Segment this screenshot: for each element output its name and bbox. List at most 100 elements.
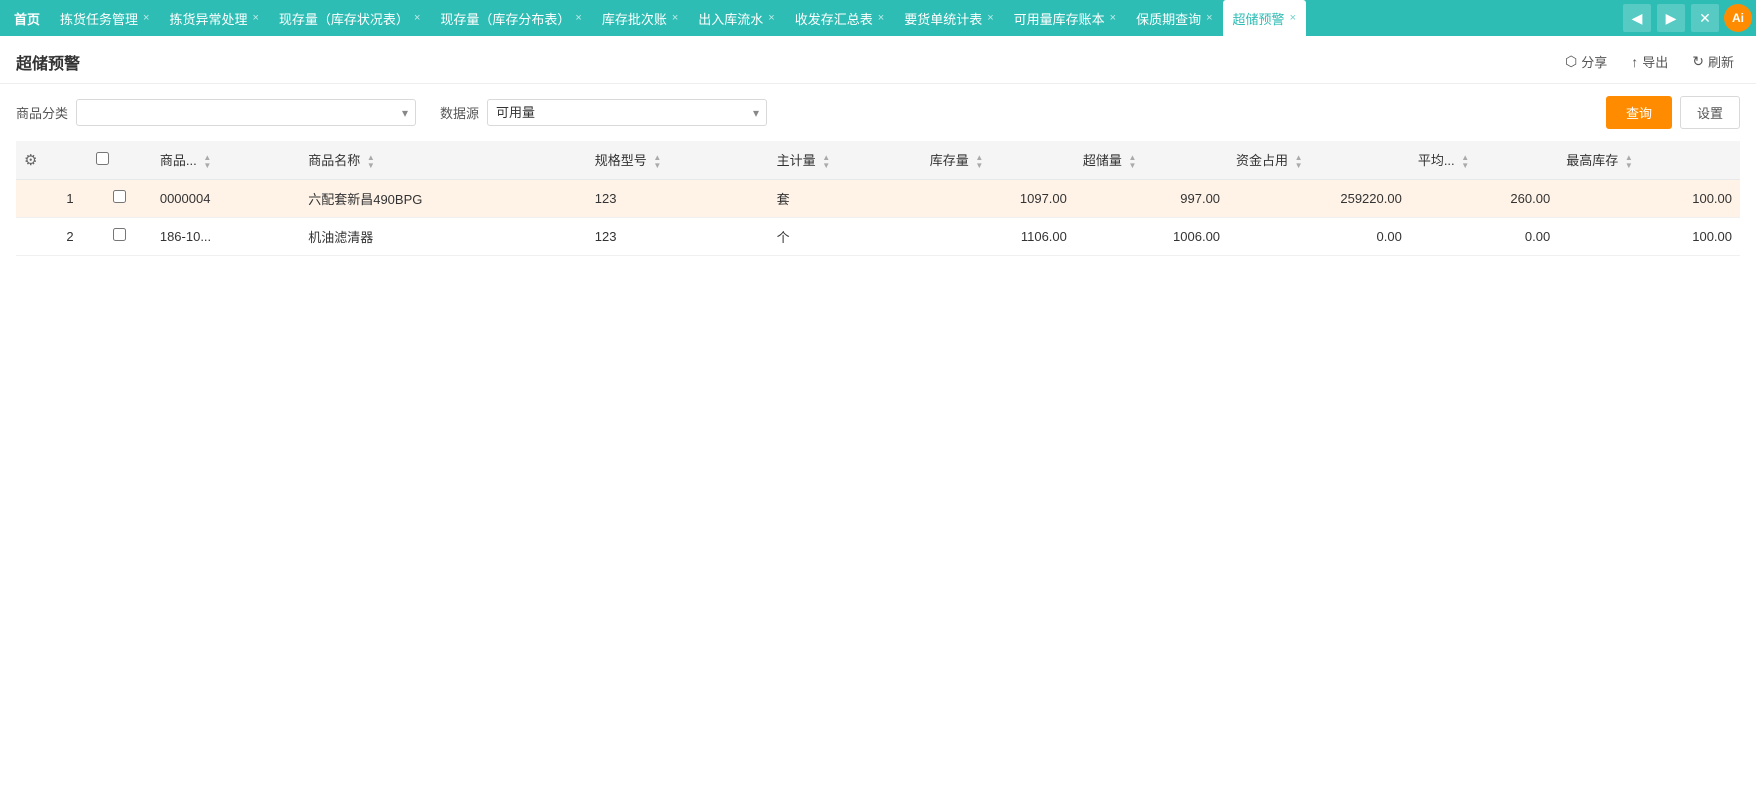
nav-prev-btn[interactable]: ◀ [1623, 4, 1651, 32]
gear-icon[interactable]: ⚙ [24, 152, 37, 169]
tab-close-icon-8[interactable]: × [1110, 12, 1116, 24]
data-table: ⚙ 商品... ▲▼ 商品名称 ▲▼ 规格型号 [16, 141, 1740, 256]
filter-datasource-group: 数据源 可用量 [440, 99, 767, 126]
category-select-wrapper [76, 99, 416, 126]
td-checkbox-0 [88, 179, 152, 217]
th-checkbox [88, 141, 152, 179]
th-overstock[interactable]: 超储量 ▲▼ [1075, 141, 1228, 179]
th-spec[interactable]: 规格型号 ▲▼ [587, 141, 769, 179]
td-max-stock-1: 100.00 [1558, 217, 1740, 255]
td-avg-0: 260.00 [1410, 179, 1558, 217]
td-product-code-1: 186-10... [152, 217, 300, 255]
td-unit-1: 个 [769, 217, 922, 255]
nav-tab-5[interactable]: 出入库流水× [688, 0, 784, 36]
table-row: 2 186-10... 机油滤清器 123 个 1106.00 1006.00 … [16, 217, 1740, 255]
tab-close-icon-5[interactable]: × [768, 12, 774, 24]
tab-close-icon-10[interactable]: × [1290, 12, 1296, 24]
nav-close-btn[interactable]: ✕ [1691, 4, 1719, 32]
nav-tab-1[interactable]: 拣货异常处理× [159, 0, 268, 36]
refresh-label: 刷新 [1708, 52, 1734, 71]
th-avg[interactable]: 平均... ▲▼ [1410, 141, 1558, 179]
page-title: 超储预警 [16, 50, 80, 74]
share-button[interactable]: ⬡ 分享 [1559, 48, 1613, 75]
refresh-icon: ↻ [1692, 53, 1704, 70]
category-label: 商品分类 [16, 103, 68, 122]
td-spec-1: 123 [587, 217, 769, 255]
topbar: 首页 拣货任务管理×拣货异常处理×现存量（库存状况表）×现存量（库存分布表）×库… [0, 0, 1756, 36]
avatar[interactable]: Ai [1724, 4, 1752, 32]
td-avg-1: 0.00 [1410, 217, 1558, 255]
topbar-right: ◀ ▶ ✕ Ai [1622, 4, 1752, 32]
tab-close-icon-7[interactable]: × [987, 12, 993, 24]
page-container: 超储预警 ⬡ 分享 ↑ 导出 ↻ 刷新 商品分类 [0, 36, 1756, 800]
query-button[interactable]: 查询 [1606, 96, 1672, 129]
export-icon: ↑ [1631, 54, 1638, 70]
td-stock-0: 1097.00 [922, 179, 1075, 217]
td-capital-0: 259220.00 [1228, 179, 1410, 217]
nav-tab-3[interactable]: 现存量（库存分布表）× [430, 0, 591, 36]
td-capital-1: 0.00 [1228, 217, 1410, 255]
row-checkbox-1[interactable] [113, 228, 126, 241]
td-max-stock-0: 100.00 [1558, 179, 1740, 217]
tab-close-icon-2[interactable]: × [414, 12, 420, 24]
td-product-name-1: 机油滤清器 [300, 217, 587, 255]
page-actions: ⬡ 分享 ↑ 导出 ↻ 刷新 [1559, 48, 1740, 75]
share-icon: ⬡ [1565, 53, 1577, 70]
th-unit[interactable]: 主计量 ▲▼ [769, 141, 922, 179]
settings-button[interactable]: 设置 [1680, 96, 1740, 129]
th-product-name[interactable]: 商品名称 ▲▼ [300, 141, 587, 179]
select-all-checkbox[interactable] [96, 152, 109, 165]
nav-tab-10[interactable]: 超储预警× [1223, 0, 1306, 36]
nav-tab-9[interactable]: 保质期查询× [1126, 0, 1222, 36]
refresh-button[interactable]: ↻ 刷新 [1686, 48, 1740, 75]
td-overstock-0: 997.00 [1075, 179, 1228, 217]
row-checkbox-0[interactable] [113, 190, 126, 203]
td-settings-0 [16, 179, 52, 217]
tab-close-icon-1[interactable]: × [252, 12, 258, 24]
table-row: 1 0000004 六配套新昌490BPG 123 套 1097.00 997.… [16, 179, 1740, 217]
td-product-code-0: 0000004 [152, 179, 300, 217]
td-spec-0: 123 [587, 179, 769, 217]
td-checkbox-1 [88, 217, 152, 255]
datasource-select-wrapper: 可用量 [487, 99, 767, 126]
td-product-name-0: 六配套新昌490BPG [300, 179, 587, 217]
nav-tab-6[interactable]: 收发存汇总表× [785, 0, 894, 36]
nav-tab-7[interactable]: 要货单统计表× [894, 0, 1003, 36]
export-button[interactable]: ↑ 导出 [1625, 48, 1674, 75]
tab-close-icon-3[interactable]: × [575, 12, 581, 24]
nav-tab-4[interactable]: 库存批次账× [592, 0, 688, 36]
th-capital[interactable]: 资金占用 ▲▼ [1228, 141, 1410, 179]
tab-close-icon-4[interactable]: × [672, 12, 678, 24]
tab-close-icon-6[interactable]: × [878, 12, 884, 24]
category-select[interactable] [76, 99, 416, 126]
th-max-stock[interactable]: 最高库存 ▲▼ [1558, 141, 1740, 179]
nav-next-btn[interactable]: ▶ [1657, 4, 1685, 32]
datasource-label: 数据源 [440, 103, 479, 122]
th-settings: ⚙ [16, 141, 52, 179]
filter-row: 商品分类 数据源 可用量 查询 设置 [0, 84, 1756, 141]
page-header: 超储预警 ⬡ 分享 ↑ 导出 ↻ 刷新 [0, 36, 1756, 84]
nav-tab-0[interactable]: 拣货任务管理× [50, 0, 159, 36]
filter-category-group: 商品分类 [16, 99, 416, 126]
td-overstock-1: 1006.00 [1075, 217, 1228, 255]
th-index [52, 141, 88, 179]
nav-home[interactable]: 首页 [4, 0, 50, 36]
filter-action-btns: 查询 设置 [1606, 96, 1740, 129]
td-index-1: 2 [52, 217, 88, 255]
td-stock-1: 1106.00 [922, 217, 1075, 255]
nav-tab-8[interactable]: 可用量库存账本× [1004, 0, 1126, 36]
tab-close-icon-9[interactable]: × [1206, 12, 1212, 24]
share-label: 分享 [1581, 52, 1607, 71]
export-label: 导出 [1642, 52, 1668, 71]
table-container: ⚙ 商品... ▲▼ 商品名称 ▲▼ 规格型号 [0, 141, 1756, 256]
td-unit-0: 套 [769, 179, 922, 217]
td-index-0: 1 [52, 179, 88, 217]
th-stock[interactable]: 库存量 ▲▼ [922, 141, 1075, 179]
table-header: ⚙ 商品... ▲▼ 商品名称 ▲▼ 规格型号 [16, 141, 1740, 179]
td-settings-1 [16, 217, 52, 255]
tab-close-icon-0[interactable]: × [143, 12, 149, 24]
datasource-select[interactable]: 可用量 [487, 99, 767, 126]
th-product-code[interactable]: 商品... ▲▼ [152, 141, 300, 179]
nav-tab-2[interactable]: 现存量（库存状况表）× [269, 0, 430, 36]
table-body: 1 0000004 六配套新昌490BPG 123 套 1097.00 997.… [16, 179, 1740, 255]
